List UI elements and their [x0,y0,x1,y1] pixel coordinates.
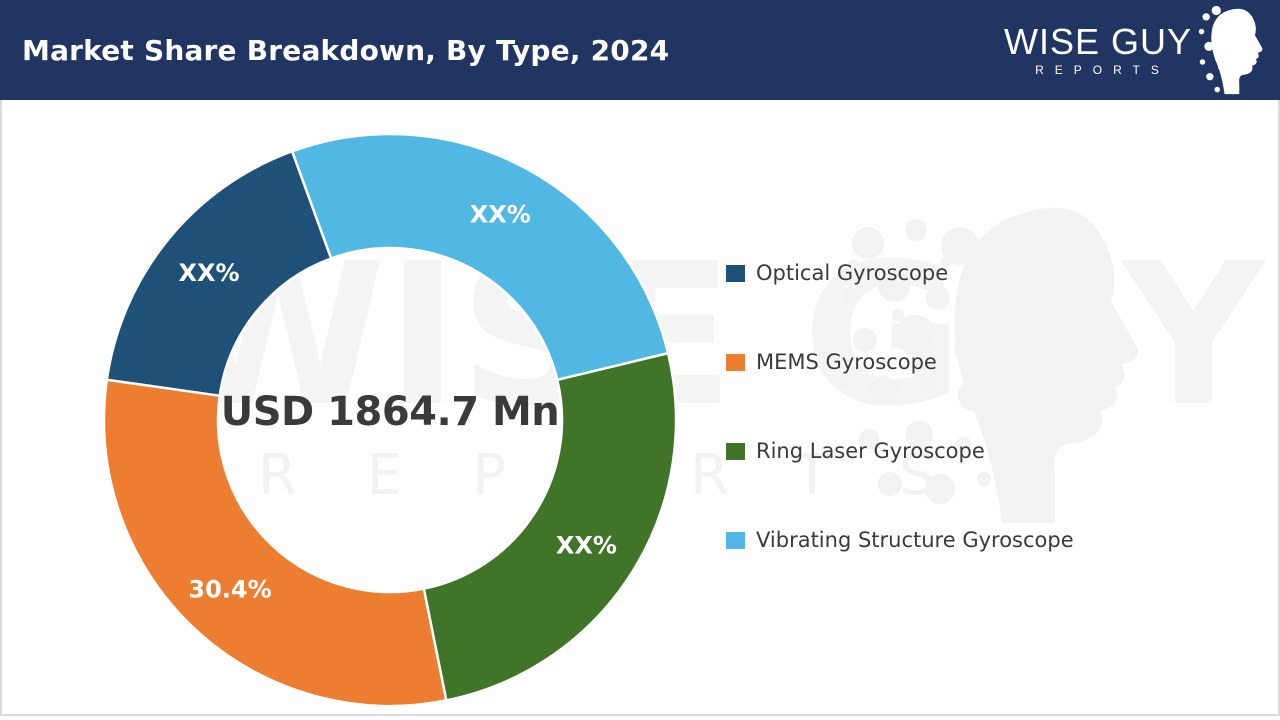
legend-item: Vibrating Structure Gyroscope [726,527,1074,554]
donut-segment-vibrating-structure-gyroscope [290,132,670,382]
segment-label: XX% [178,259,239,287]
legend-label: MEMS Gyroscope [756,350,937,374]
legend-swatch [726,443,745,460]
segment-label: XX% [556,531,617,559]
legend-label: Vibrating Structure Gyroscope [756,528,1074,552]
page-title: Market Share Breakdown, By Type, 2024 [22,33,670,67]
legend-swatch [726,532,745,549]
wise-guy-logo: WISE GUY REPORTS [1004,4,1268,96]
segment-label: 30.4% [188,575,271,603]
report-header: Market Share Breakdown, By Type, 2024 WI… [0,0,1280,100]
legend-swatch [726,354,745,371]
legend-swatch [726,265,745,282]
segment-label: XX% [470,201,531,229]
logo-face-icon [1198,5,1263,95]
legend: Optical Gyroscope MEMS Gyroscope Ring Lase… [726,260,1074,616]
legend-item: Ring Laser Gyroscope [726,438,1074,465]
legend-label: Optical Gyroscope [756,261,949,285]
legend-label: Ring Laser Gyroscope [756,439,985,463]
legend-item: MEMS Gyroscope [726,349,1074,376]
logo-subtitle: REPORTS [1035,63,1170,77]
legend-item: Optical Gyroscope [726,260,1074,287]
logo-text: WISE GUY REPORTS [1003,21,1192,77]
donut-center-value: USD 1864.7 Mn [220,389,560,435]
logo-wordmark: WISE GUY [1003,21,1192,62]
